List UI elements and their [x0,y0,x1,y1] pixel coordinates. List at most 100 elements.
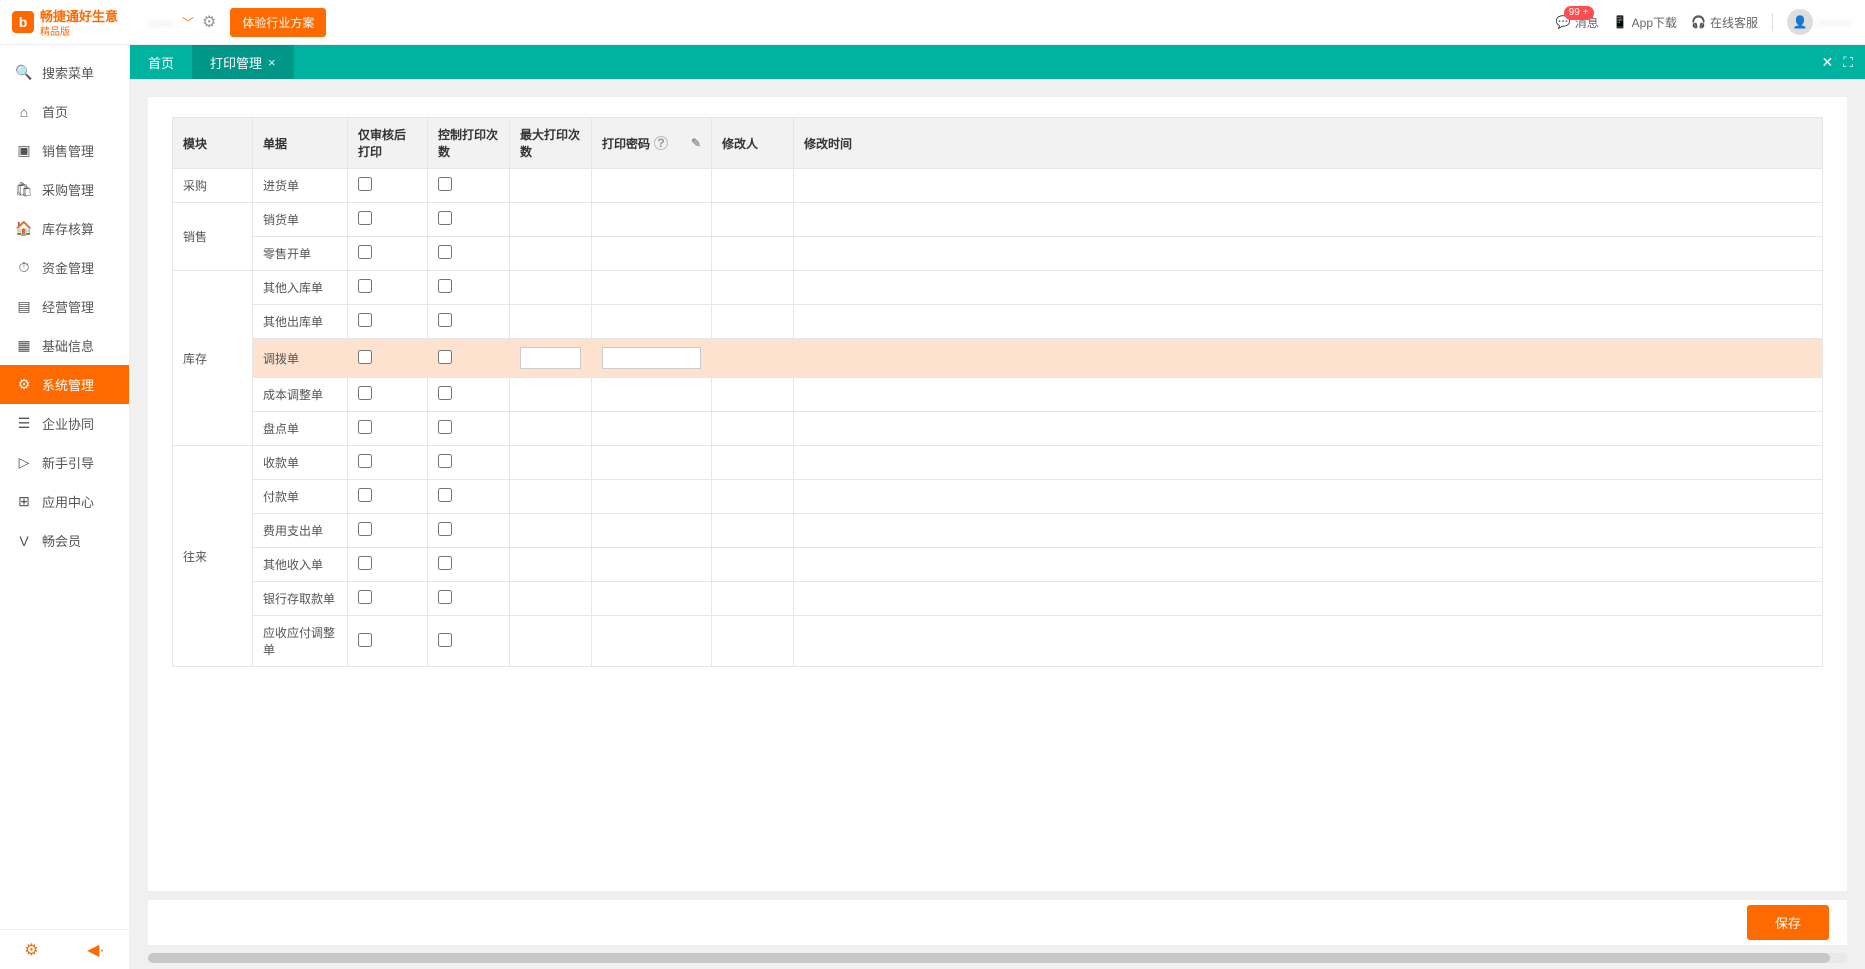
sidebar-item-label: 企业协同 [42,414,94,433]
modify-time-cell [794,616,1823,667]
doc-cell: 销货单 [253,203,348,237]
scrollbar-thumb[interactable] [148,953,1830,963]
modifier-cell [712,616,794,667]
table-row: 采购进货单 [173,169,1823,203]
control-times-checkbox[interactable] [438,590,452,604]
help-icon[interactable]: ? [654,136,668,150]
sidebar-item-2[interactable]: ▣销售管理 [0,131,129,170]
sidebar-item-5[interactable]: ⏱资金管理 [0,248,129,287]
doc-cell: 调拨单 [253,339,348,378]
modifier-cell [712,203,794,237]
sidebar-item-label: 系统管理 [42,375,94,394]
password-input[interactable] [602,347,701,369]
message-link[interactable]: 💬 消息 99 + [1556,14,1599,31]
control-times-checkbox[interactable] [438,386,452,400]
app-download-link[interactable]: 📱 App下载 [1613,14,1677,31]
only-audited-checkbox[interactable] [358,211,372,225]
modifier-cell [712,271,794,305]
sidebar-item-label: 新手引导 [42,453,94,472]
modify-time-cell [794,514,1823,548]
logo-subtitle: 精品版 [40,23,118,38]
control-times-checkbox[interactable] [438,522,452,536]
sidebar-settings-icon[interactable]: ⚙ [24,940,38,960]
only-audited-checkbox[interactable] [358,590,372,604]
tab-1[interactable]: 打印管理× [192,45,294,79]
control-times-checkbox[interactable] [438,245,452,259]
sidebar-item-8[interactable]: ⚙系统管理 [0,365,129,404]
control-times-checkbox[interactable] [438,454,452,468]
sidebar-item-0[interactable]: 🔍搜索菜单 [0,53,129,92]
th-password: 打印密码 ? ✎ [592,118,712,169]
tab-close-icon[interactable]: × [268,55,276,70]
only-audited-checkbox[interactable] [358,350,372,364]
online-service-link[interactable]: 🎧 在线客服 [1691,14,1758,31]
password-cell [592,378,712,412]
control-times-checkbox[interactable] [438,633,452,647]
control-times-checkbox[interactable] [438,488,452,502]
headset-icon: 🎧 [1691,15,1706,29]
only-audited-checkbox[interactable] [358,522,372,536]
control-times-checkbox[interactable] [438,350,452,364]
password-cell [592,169,712,203]
modify-time-cell [794,271,1823,305]
sidebar-icon: ⏱ [16,260,32,276]
control-times-cell [428,480,510,514]
sidebar-item-label: 经营管理 [42,297,94,316]
only-audited-checkbox[interactable] [358,420,372,434]
sidebar-item-12[interactable]: V畅会员 [0,521,129,560]
sidebar-item-11[interactable]: ⊞应用中心 [0,482,129,521]
only-audited-checkbox[interactable] [358,386,372,400]
user-menu[interactable]: 👤 ——— [1787,9,1853,35]
only-audited-checkbox[interactable] [358,177,372,191]
max-times-cell [510,616,592,667]
modify-time-cell [794,169,1823,203]
only-audited-checkbox[interactable] [358,454,372,468]
sidebar-item-7[interactable]: ▦基础信息 [0,326,129,365]
edit-icon[interactable]: ✎ [691,136,701,150]
only-audited-checkbox[interactable] [358,245,372,259]
max-times-cell [510,378,592,412]
module-cell: 销售 [173,203,253,271]
tab-close-all-icon[interactable]: ✕ [1821,54,1833,71]
modify-time-cell [794,339,1823,378]
experience-button[interactable]: 体验行业方案 [230,8,326,37]
th-control-times: 控制打印次数 [428,118,510,169]
max-times-input[interactable] [520,347,581,369]
sidebar-item-10[interactable]: ▷新手引导 [0,443,129,482]
sidebar-item-label: 应用中心 [42,492,94,511]
control-times-checkbox[interactable] [438,313,452,327]
module-cell: 往来 [173,446,253,667]
fullscreen-icon[interactable]: ⛶ [1843,54,1853,71]
only-audited-cell [348,616,428,667]
settings-icon[interactable]: ⚙ [202,12,216,32]
save-button[interactable]: 保存 [1747,905,1829,940]
tabbar: 首页打印管理× ✕ ⛶ [130,45,1865,79]
control-times-checkbox[interactable] [438,211,452,225]
table-row: 成本调整单 [173,378,1823,412]
only-audited-checkbox[interactable] [358,313,372,327]
sidebar-item-9[interactable]: ☰企业协同 [0,404,129,443]
only-audited-checkbox[interactable] [358,633,372,647]
only-audited-checkbox[interactable] [358,279,372,293]
modifier-cell [712,582,794,616]
org-dropdown[interactable]: —— ﹀ [130,14,194,31]
tab-label: 首页 [148,53,174,72]
only-audited-checkbox[interactable] [358,488,372,502]
sidebar-item-3[interactable]: 🛍采购管理 [0,170,129,209]
sidebar-item-1[interactable]: ⌂首页 [0,92,129,131]
control-times-cell [428,339,510,378]
only-audited-cell [348,548,428,582]
control-times-checkbox[interactable] [438,556,452,570]
table-row: 其他出库单 [173,305,1823,339]
tab-0[interactable]: 首页 [130,45,192,79]
control-times-checkbox[interactable] [438,279,452,293]
sidebar-item-6[interactable]: ▤经营管理 [0,287,129,326]
sidebar-collapse-icon[interactable]: ◀· [87,940,105,960]
divider [1772,13,1773,31]
horizontal-scrollbar[interactable] [148,953,1847,963]
control-times-checkbox[interactable] [438,420,452,434]
control-times-checkbox[interactable] [438,177,452,191]
only-audited-checkbox[interactable] [358,556,372,570]
password-cell [592,446,712,480]
sidebar-item-4[interactable]: 🏠库存核算 [0,209,129,248]
